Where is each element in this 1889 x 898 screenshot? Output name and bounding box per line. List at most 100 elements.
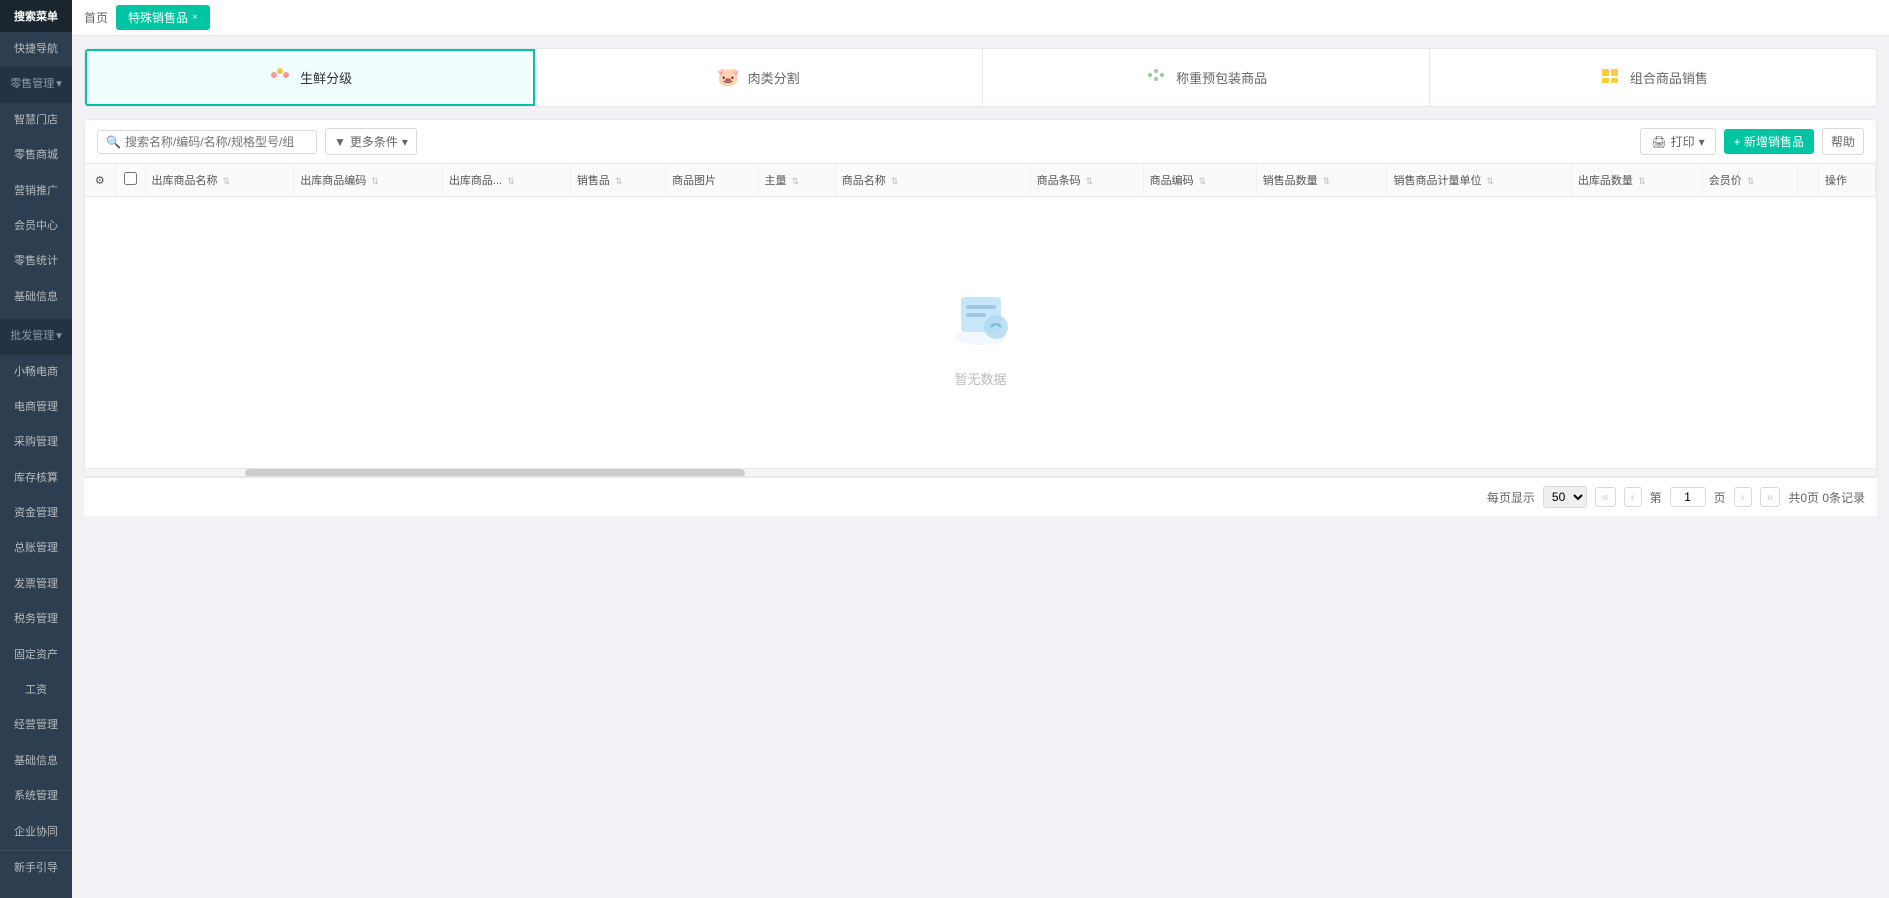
sidebar-item-fixed-assets[interactable]: 固定资产 [0, 638, 72, 673]
th-settings[interactable]: ⚙ [85, 164, 115, 197]
chevron-filter-icon: ▾ [402, 135, 408, 149]
horizontal-scrollbar[interactable] [85, 468, 1876, 476]
sidebar-item-basic-info[interactable]: 基础信息 [0, 280, 72, 315]
print-button[interactable]: 🖨 打印 ▾ [1640, 128, 1715, 155]
sidebar-item-capital-mgmt[interactable]: 资金管理 [0, 496, 72, 531]
home-tab[interactable]: 首页 [84, 9, 108, 26]
sidebar-item-sys-mgmt[interactable]: 系统管理 [0, 779, 72, 814]
pagination: 每页显示 50 « ‹ 第 页 › » 共0页 0条记录 [84, 477, 1877, 516]
page-label-prefix: 第 [1650, 489, 1662, 506]
search-icon: 🔍 [106, 135, 121, 149]
sidebar-logo: 搜索菜单 [0, 0, 72, 32]
search-box[interactable]: 🔍 [97, 130, 317, 154]
sidebar-item-retail-mgmt[interactable]: 零售管理 ▾ [0, 67, 72, 102]
th-member-price[interactable]: 会员价 ⇅ [1702, 164, 1797, 197]
first-page-button[interactable]: « [1595, 487, 1616, 507]
th-out-code[interactable]: 出库商品编码 ⇅ [294, 164, 443, 197]
sidebar-item-inventory[interactable]: 库存核算 [0, 461, 72, 496]
th-out-qty[interactable]: 出库品数量 ⇅ [1571, 164, 1702, 197]
sidebar-item-retail-mall[interactable]: 零售商城 [0, 138, 72, 173]
data-table: ⚙ 出库商品名称 ⇅ 出库商品编码 ⇅ 出库商品 [85, 164, 1876, 197]
data-table-container: ⚙ 出库商品名称 ⇅ 出库商品编码 ⇅ 出库商品 [84, 163, 1877, 477]
empty-state-icon [941, 277, 1021, 357]
sidebar-item-mini-ecom[interactable]: 小畅电商 [0, 355, 72, 390]
chevron-down-icon-2: ▾ [56, 329, 62, 344]
sidebar-item-ecom-mgmt[interactable]: 电商管理 [0, 390, 72, 425]
tab-meat-cut[interactable]: 🐷 肉类分割 [535, 49, 982, 106]
sort-icon-member-price: ⇅ [1747, 176, 1755, 186]
help-button[interactable]: 帮助 [1822, 128, 1864, 155]
sort-icon-goods-name: ⇅ [891, 176, 899, 186]
total-info: 共0页 0条记录 [1788, 489, 1865, 506]
th-sale-unit[interactable]: 销售商品计量单位 ⇅ [1387, 164, 1571, 197]
topbar: 首页 特殊销售品 × [72, 0, 1889, 36]
next-page-button[interactable]: › [1734, 487, 1752, 507]
sort-icon-weight: ⇅ [792, 176, 800, 186]
sidebar-item-retail-stats[interactable]: 零售统计 [0, 244, 72, 279]
toolbar-right: 🖨 打印 ▾ + 新增销售品 帮助 [1640, 128, 1864, 155]
tab-weigh-pack[interactable]: 称重预包装商品 [983, 49, 1430, 106]
filter-icon: ▼ [334, 135, 346, 149]
th-sale-item[interactable]: 销售品 ⇅ [570, 164, 665, 197]
sidebar-item-biz-mgmt[interactable]: 经营管理 [0, 708, 72, 743]
combo-sales-icon [1598, 65, 1622, 90]
page-label-suffix: 页 [1714, 489, 1726, 506]
sort-icon-sale-qty: ⇅ [1323, 176, 1331, 186]
toolbar: 🔍 ▼ 更多条件 ▾ 🖨 打印 ▾ + 新增销售品 [84, 119, 1877, 163]
sidebar-item-quick-nav[interactable]: 快捷导航 [0, 32, 72, 67]
th-goods-code[interactable]: 商品编码 ⇅ [1143, 164, 1256, 197]
sidebar-item-new-guide[interactable]: 新手引导 [0, 851, 72, 886]
th-barcode[interactable]: 商品条码 ⇅ [1030, 164, 1143, 197]
sidebar-item-member-center[interactable]: 会员中心 [0, 209, 72, 244]
page-content: 生鲜分级 🐷 肉类分割 称重预包装商品 [72, 36, 1889, 898]
sort-icon-goods-code: ⇅ [1199, 176, 1207, 186]
select-all-checkbox[interactable] [124, 172, 137, 185]
th-action: 操作 [1818, 164, 1875, 197]
toolbar-left: 🔍 ▼ 更多条件 ▾ [97, 128, 417, 155]
tab-navigation: 生鲜分级 🐷 肉类分割 称重预包装商品 [84, 48, 1877, 107]
sidebar-item-corp-agreement[interactable]: 企业协同 [0, 815, 72, 850]
sidebar-item-settings[interactable]: ⚙ [0, 886, 72, 898]
th-sale-qty[interactable]: 销售品数量 ⇅ [1256, 164, 1387, 197]
sidebar-item-smart-store[interactable]: 智慧门店 [0, 103, 72, 138]
tab-close-button[interactable]: × [192, 12, 198, 23]
prev-page-button[interactable]: ‹ [1624, 487, 1642, 507]
add-sale-button[interactable]: + 新增销售品 [1724, 129, 1814, 154]
weigh-pack-icon [1144, 65, 1168, 90]
th-goods-name[interactable]: 商品名称 ⇅ [835, 164, 1030, 197]
scroll-thumb[interactable] [245, 469, 745, 477]
active-tab[interactable]: 特殊销售品 × [116, 5, 210, 30]
chevron-down-icon: ▾ [56, 77, 62, 92]
fresh-grade-icon [268, 65, 292, 90]
tab-fresh-grade[interactable]: 生鲜分级 [85, 49, 535, 106]
tab-combo-sales[interactable]: 组合商品销售 [1430, 49, 1876, 106]
th-weight[interactable]: 主量 ⇅ [758, 164, 835, 197]
sort-icon-out-name: ⇅ [223, 176, 231, 186]
search-input[interactable] [125, 135, 295, 149]
last-page-button[interactable]: » [1760, 487, 1781, 507]
page-number-input[interactable] [1670, 487, 1706, 507]
sidebar-item-tax-mgmt[interactable]: 税务管理 [0, 602, 72, 637]
sidebar-item-ledger-mgmt[interactable]: 总账管理 [0, 531, 72, 566]
sidebar-item-wholesale-mgmt[interactable]: 批发管理 ▾ [0, 319, 72, 354]
sidebar-item-invoice-mgmt[interactable]: 发票管理 [0, 567, 72, 602]
th-checkbox[interactable] [115, 164, 145, 197]
empty-state: 暂无数据 [85, 197, 1876, 468]
sidebar-bottom: 新手引导 ⚙ [0, 850, 72, 898]
sidebar: 搜索菜单 快捷导航 零售管理 ▾ 智慧门店 零售商城 营销推广 会员中心 零售统… [0, 0, 72, 898]
th-out-name[interactable]: 出库商品名称 ⇅ [145, 164, 294, 197]
sidebar-item-purchase-mgmt[interactable]: 采购管理 [0, 425, 72, 460]
sort-icon-sale-item: ⇅ [615, 176, 623, 186]
meat-cut-icon: 🐷 [717, 67, 739, 88]
print-icon: 🖨 [1651, 135, 1666, 149]
main-content: 首页 特殊销售品 × 生鲜分级 🐷 肉类分 [72, 0, 1889, 898]
sidebar-item-marketing[interactable]: 营销推广 [0, 174, 72, 209]
sidebar-item-basic-info2[interactable]: 基础信息 [0, 744, 72, 779]
sidebar-item-salary[interactable]: 工资 [0, 673, 72, 708]
filter-button[interactable]: ▼ 更多条件 ▾ [325, 128, 417, 155]
sort-icon-sale-unit: ⇅ [1487, 176, 1495, 186]
page-size-select[interactable]: 50 [1543, 486, 1587, 508]
th-empty [1797, 164, 1818, 197]
th-out-spec[interactable]: 出库商品... ⇅ [442, 164, 570, 197]
sort-icon-barcode: ⇅ [1086, 176, 1094, 186]
